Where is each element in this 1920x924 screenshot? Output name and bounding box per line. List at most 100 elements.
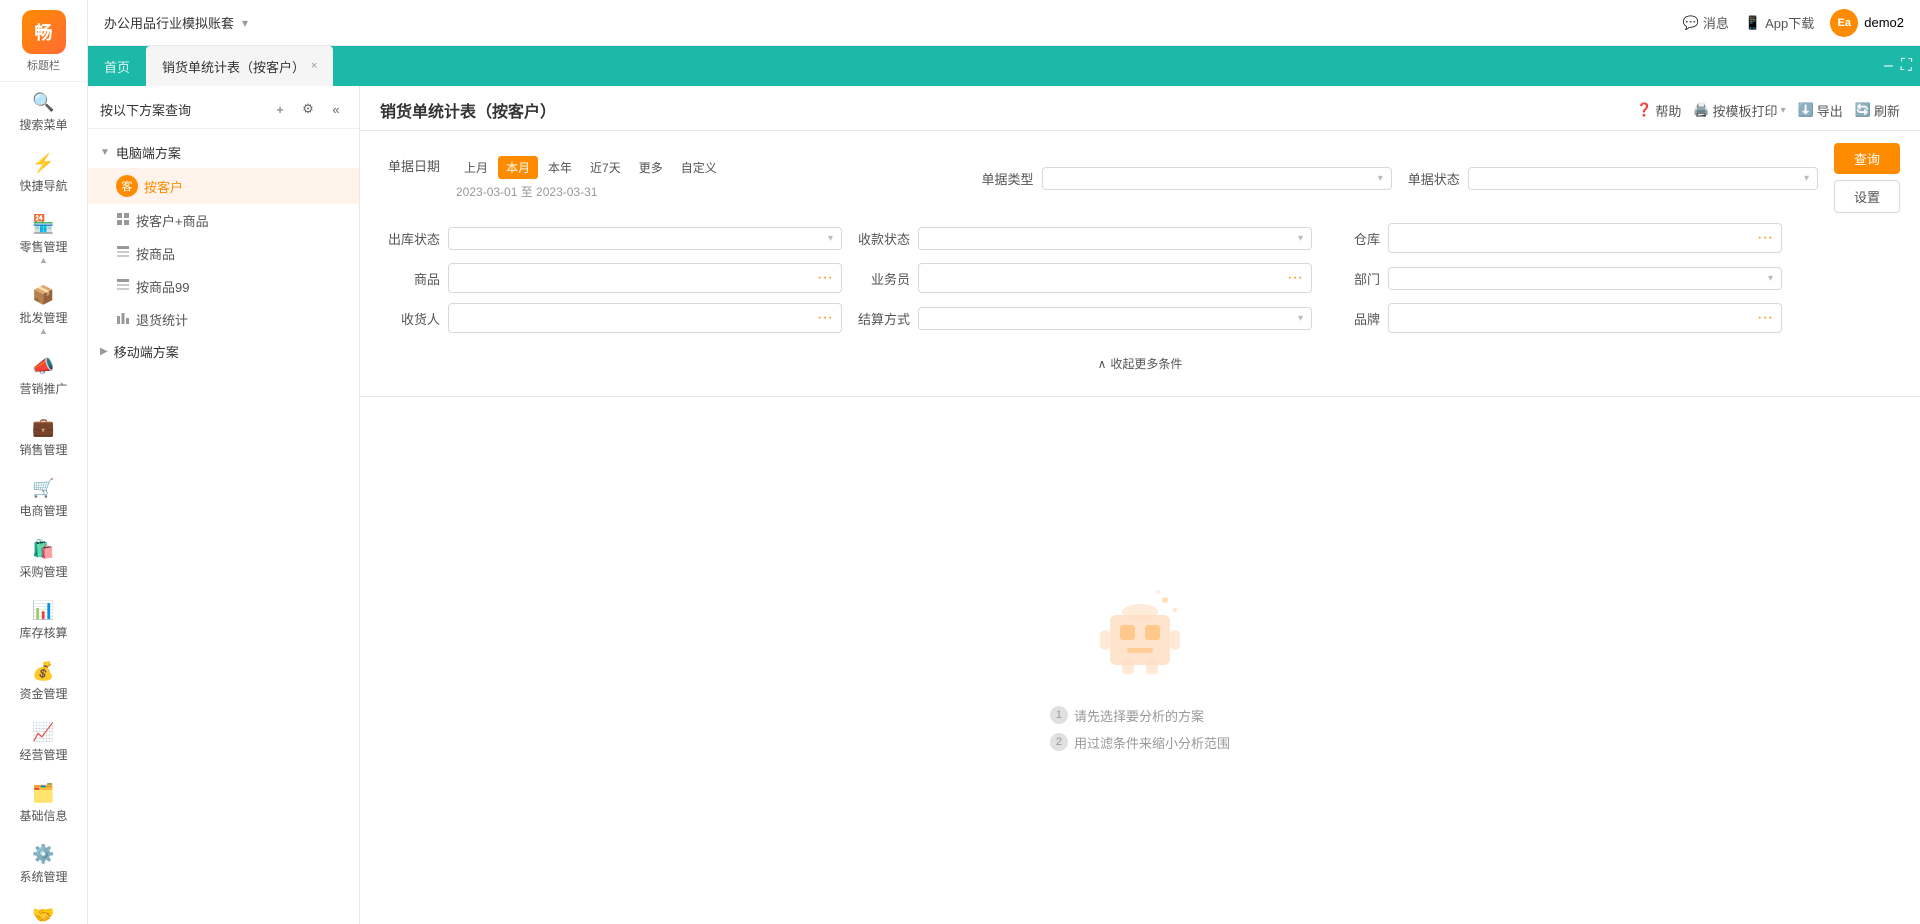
sidebar-item-purchase[interactable]: 🛍️ 采购管理 (0, 529, 87, 590)
help-label: 帮助 (1655, 101, 1681, 120)
sidebar-item-retail[interactable]: 🏪 零售管理 ▲ (0, 204, 87, 275)
dept-select[interactable]: ▾ (1388, 267, 1782, 290)
filter-row-1: 单据日期 上月 本月 本年 近7天 更多 自定义 2023-03-01 至 20… (380, 143, 1900, 213)
export-button[interactable]: ⬇️ 导出 (1798, 101, 1843, 120)
help-button[interactable]: ❓ 帮助 (1636, 101, 1681, 120)
scheme-settings-button[interactable]: ⚙ (297, 98, 319, 120)
tab-expand-icon[interactable]: ⛶ (1901, 57, 1912, 75)
product-more-icon[interactable]: ··· (817, 269, 833, 287)
staff-input[interactable]: ··· (918, 263, 1312, 293)
sidebar-item-ecommerce[interactable]: 🛒 电商管理 (0, 468, 87, 529)
sidebar-item-quick-nav[interactable]: ⚡ 快捷导航 (0, 143, 87, 204)
warehouse-input[interactable]: ··· (1388, 223, 1782, 253)
add-scheme-button[interactable]: + (269, 98, 291, 120)
tree-item-product-99[interactable]: 按商品99 (88, 270, 359, 303)
table-icon (116, 245, 130, 262)
message-button[interactable]: 💬 消息 (1683, 13, 1729, 32)
product-label: 商品 (380, 269, 440, 288)
more-date-btn[interactable]: 更多 (631, 156, 671, 179)
empty-illustration (1080, 570, 1200, 690)
this-month-btn[interactable]: 本月 (498, 156, 538, 179)
left-panel-header: 按以下方案查询 + ⚙ « (88, 86, 359, 129)
export-label: 导出 (1817, 101, 1843, 120)
settle-arrow-icon: ▾ (1298, 313, 1303, 324)
date-controls: 上月 本月 本年 近7天 更多 自定义 2023-03-01 至 2023-03… (448, 156, 725, 200)
brand-more-icon[interactable]: ··· (1757, 309, 1773, 327)
sidebar-item-label: 电商管理 (19, 502, 67, 519)
pay-status-arrow-icon: ▾ (1298, 233, 1303, 244)
top-header: 办公用品行业模拟账套 ▾ 💬 消息 📱 App下载 Ea demo2 (88, 0, 1920, 46)
table2-icon (116, 278, 130, 295)
sidebar-item-wholesale[interactable]: 📦 批发管理 ▲ (0, 275, 87, 346)
doc-type-select[interactable]: ▾ (1042, 167, 1392, 190)
app-download-button[interactable]: 📱 App下载 (1745, 13, 1814, 32)
tree-item-by-customer[interactable]: 客 按客户 (88, 168, 359, 204)
operation-icon: 📈 (32, 722, 54, 743)
print-button[interactable]: 🖨️ 按模板打印 ▾ (1693, 101, 1785, 120)
query-buttons: 查询 设置 (1826, 143, 1900, 213)
left-panel-title: 按以下方案查询 (100, 100, 263, 119)
collapse-up-icon: ∧ (1098, 357, 1107, 371)
sidebar-item-search[interactable]: 🔍 搜索菜单 (0, 82, 87, 143)
tab-active[interactable]: 销货单统计表（按客户） × (146, 46, 333, 86)
tree-item-return-stats[interactable]: 退货统计 (88, 303, 359, 336)
sidebar-item-sales[interactable]: 💼 销售管理 (0, 407, 87, 468)
sidebar-item-inventory[interactable]: 📊 库存核算 (0, 590, 87, 651)
collapse-panel-button[interactable]: « (325, 98, 347, 120)
doc-status-filter: 单据状态 ▾ (1400, 167, 1818, 190)
custom-date-btn[interactable]: 自定义 (673, 156, 725, 179)
warehouse-more-icon[interactable]: ··· (1757, 229, 1773, 247)
message-label: 消息 (1703, 13, 1729, 32)
tab-minimize-icon[interactable]: – (1884, 57, 1893, 75)
app-icon: 📱 (1745, 15, 1761, 31)
settle-select[interactable]: ▾ (918, 307, 1312, 330)
brand-input[interactable]: ··· (1388, 303, 1782, 333)
sidebar-item-basic[interactable]: 🗂️ 基础信息 (0, 773, 87, 834)
pay-status-label: 收款状态 (850, 229, 910, 248)
product-filter: 商品 ··· (380, 263, 842, 293)
tab-home[interactable]: 首页 (88, 46, 146, 86)
retail-icon: 🏪 (32, 214, 54, 235)
message-icon: 💬 (1683, 15, 1699, 31)
last-month-btn[interactable]: 上月 (456, 156, 496, 179)
settings-button[interactable]: 设置 (1834, 180, 1900, 213)
out-status-select[interactable]: ▾ (448, 227, 842, 250)
bar-chart-icon (116, 311, 130, 328)
sidebar-item-marketing[interactable]: 📣 营销推广 (0, 346, 87, 407)
tab-close-icon[interactable]: × (311, 60, 317, 72)
staff-more-icon[interactable]: ··· (1287, 269, 1303, 287)
collapse-button[interactable]: ∧ 收起更多条件 (1086, 351, 1195, 376)
user-area[interactable]: Ea demo2 (1830, 9, 1904, 37)
query-button[interactable]: 查询 (1834, 143, 1900, 174)
print-dropdown-icon[interactable]: ▾ (1781, 105, 1786, 116)
page-title: 销货单统计表（按客户） (380, 98, 556, 122)
header-dropdown-icon[interactable]: ▾ (242, 16, 248, 30)
sidebar-item-system[interactable]: ⚙️ 系统管理 (0, 834, 87, 895)
sidebar-item-label: 库存核算 (19, 624, 67, 641)
doc-status-select[interactable]: ▾ (1468, 167, 1818, 190)
doc-type-arrow-icon: ▾ (1378, 173, 1383, 184)
product-input[interactable]: ··· (448, 263, 842, 293)
sidebar-item-enterprise[interactable]: 🤝 企业协同 (0, 895, 87, 924)
page-title-text: 销货单统计表（按客户） (380, 104, 556, 121)
tree-item-by-product[interactable]: 按商品 (88, 237, 359, 270)
refresh-button[interactable]: 🔄 刷新 (1855, 101, 1900, 120)
tree-item-customer-product[interactable]: 按客户+商品 (88, 204, 359, 237)
this-year-btn[interactable]: 本年 (540, 156, 580, 179)
content-body: 按以下方案查询 + ⚙ « ▼ 电脑端方案 客 按客户 (88, 86, 1920, 924)
tree-item-label: 按客户 (144, 177, 183, 196)
date-filter-group: 单据日期 上月 本月 本年 近7天 更多 自定义 2023-03-01 至 20… (380, 156, 966, 200)
pay-status-select[interactable]: ▾ (918, 227, 1312, 250)
collapse-row: ∧ 收起更多条件 (380, 343, 1900, 384)
tree-group-pc: ▼ 电脑端方案 客 按客户 按客户+商品 (88, 137, 359, 336)
receiver-input[interactable]: ··· (448, 303, 842, 333)
tree-group-mobile-header[interactable]: ▶ 移动端方案 (88, 336, 359, 367)
refresh-label: 刷新 (1874, 101, 1900, 120)
sidebar-item-finance[interactable]: 💰 资金管理 (0, 651, 87, 712)
ecommerce-icon: 🛒 (32, 478, 54, 499)
sidebar-item-operation[interactable]: 📈 经营管理 (0, 712, 87, 773)
main-area: 办公用品行业模拟账套 ▾ 💬 消息 📱 App下载 Ea demo2 首页 销货… (88, 0, 1920, 924)
receiver-more-icon[interactable]: ··· (817, 309, 833, 327)
tree-group-pc-header[interactable]: ▼ 电脑端方案 (88, 137, 359, 168)
last7-btn[interactable]: 近7天 (582, 156, 629, 179)
